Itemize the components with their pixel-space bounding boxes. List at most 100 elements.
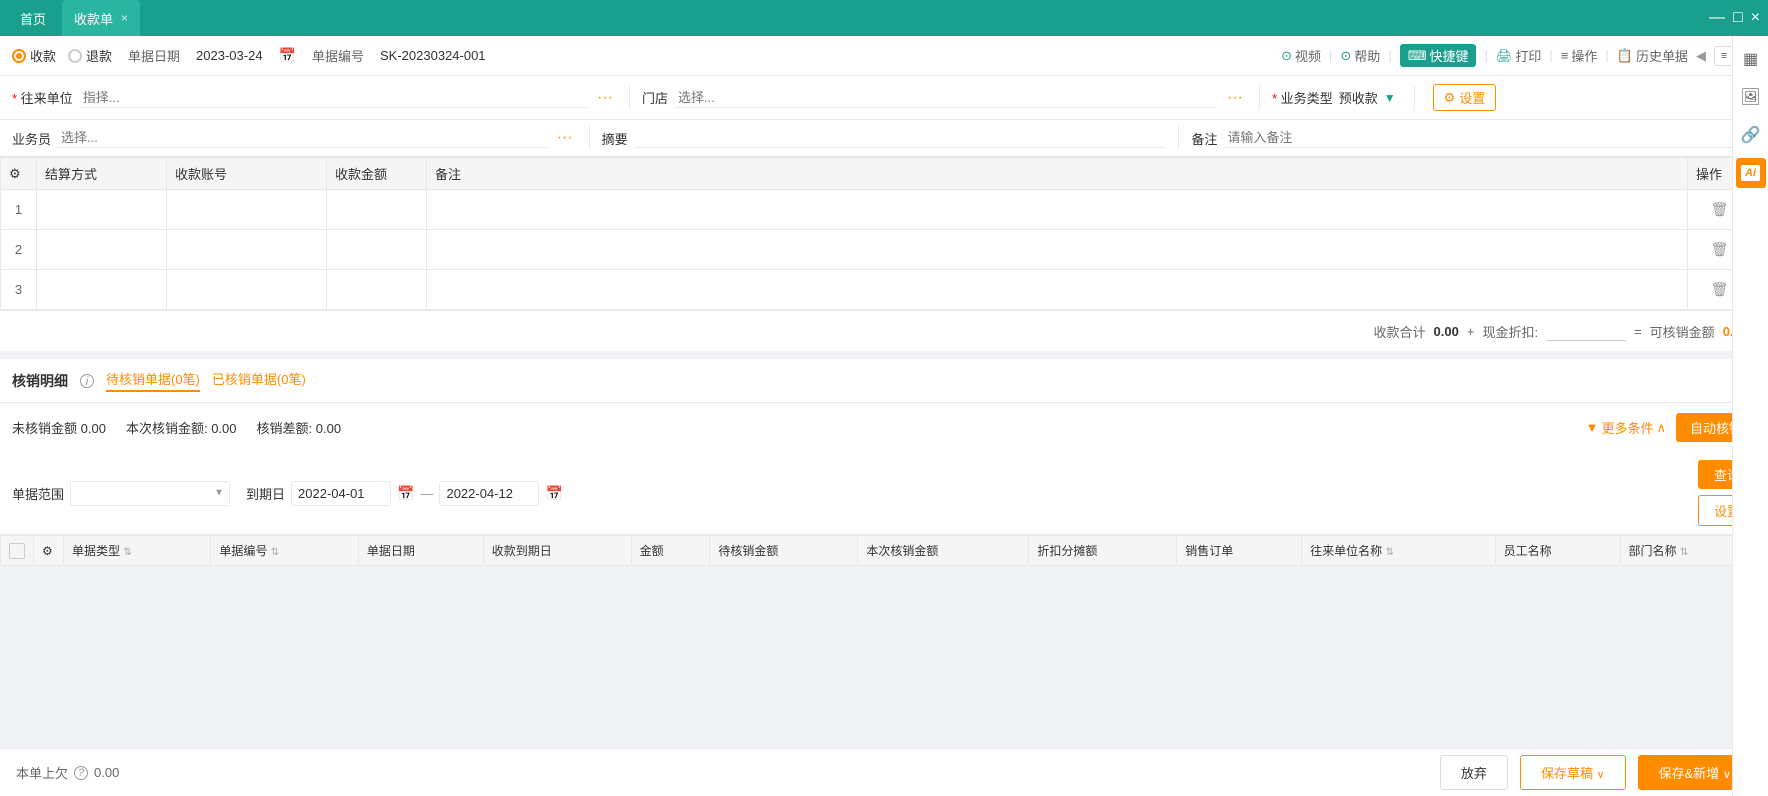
sidebar-ai-icon[interactable]: Ai (1736, 158, 1766, 188)
tab-done[interactable]: 已核销单据(0笔) (212, 369, 306, 392)
th-checkbox (1, 536, 34, 566)
tab-close-icon[interactable]: × (121, 11, 128, 25)
row1-amount[interactable] (327, 190, 427, 230)
action-help[interactable]: ⊙ 帮助 (1340, 46, 1380, 65)
verify-section: 核销明细 i 待核销单据(0笔) 已核销单据(0笔) 未核销金额 0.00 本次… (0, 359, 1768, 566)
sort-icon-1[interactable]: ⇅ (123, 547, 131, 558)
calendar-icon[interactable]: 📅 (279, 47, 296, 64)
discount-input[interactable] (1546, 321, 1626, 341)
radio-shoukuan[interactable]: 收款 (12, 46, 56, 65)
staff-field-group: 业务员 ··· (12, 128, 577, 148)
row2-account[interactable] (167, 230, 327, 270)
remark-input[interactable] (1223, 128, 1756, 148)
fields-row-2: 业务员 ··· 摘要 备注 (0, 120, 1768, 157)
abandon-button[interactable]: 放弃 (1440, 755, 1508, 790)
th-account-label: 收款账号 (175, 167, 227, 182)
row3-remark[interactable] (427, 270, 1688, 310)
row1-remark[interactable] (427, 190, 1688, 230)
nav-home[interactable]: 首页 (8, 0, 58, 36)
staff-more-btn[interactable]: ··· (553, 129, 577, 147)
row2-amount[interactable] (327, 230, 427, 270)
sort-icon-4[interactable]: ⇅ (1680, 547, 1688, 558)
row1-account[interactable] (167, 190, 327, 230)
th-pending-verify: 待核销金额 (710, 536, 858, 566)
row1-settle[interactable] (37, 190, 167, 230)
staff-label: 业务员 (12, 129, 51, 148)
th-doc-date: 单据日期 (358, 536, 483, 566)
range-select[interactable] (70, 481, 230, 506)
history-icon: 📋 (1617, 48, 1633, 64)
save-draft-button[interactable]: 保存草稿 ∨ (1520, 755, 1626, 790)
link-icon: 🔗 (1741, 125, 1761, 145)
total-value: 0.00 (1434, 324, 1459, 339)
counterpart-more-btn[interactable]: ··· (593, 89, 617, 107)
row2-remark[interactable] (427, 230, 1688, 270)
sidebar-image-icon[interactable]: 🖼 (1736, 82, 1766, 112)
shop-field-group: 门店 ··· (642, 88, 1247, 108)
footer-padding (0, 566, 1768, 626)
th-settle-label: 结算方式 (45, 167, 97, 182)
type-radio-group: 收款 退款 (12, 46, 112, 65)
row3-amount[interactable] (327, 270, 427, 310)
th-sales-order: 销售订单 (1177, 536, 1302, 566)
th-counterpart: 往来单位名称 ⇅ (1302, 536, 1496, 566)
tab-pending[interactable]: 待核销单据(0笔) (106, 369, 200, 392)
action-operation[interactable]: ≡ 操作 (1561, 46, 1598, 65)
win-minimize-icon[interactable]: — (1709, 9, 1725, 27)
action-print[interactable]: 🖨 打印 (1496, 46, 1542, 65)
row3-account[interactable] (167, 270, 327, 310)
filter-row: 单据范围 到期日 📅 — 📅 查询 设置 (0, 452, 1768, 535)
win-maximize-icon[interactable]: □ (1733, 9, 1743, 27)
verify-stats-right: ▼ 更多条件 ∧ 自动核销 (361, 413, 1756, 442)
divider-3 (1414, 86, 1415, 110)
action-video[interactable]: ⊙ 视频 (1281, 46, 1321, 65)
layout-lines-icon[interactable]: ≡ (1714, 46, 1734, 66)
ai-label: Ai (1740, 164, 1761, 182)
right-sidebar: ▦ 🖼 🔗 Ai (1732, 36, 1768, 796)
calendar-to-icon[interactable]: 📅 (545, 485, 562, 502)
window-controls: — □ × (1709, 9, 1760, 27)
nav-tab-shoukuan[interactable]: 收款单 × (62, 0, 140, 36)
th-doc-num: 单据编号 ⇅ (211, 536, 358, 566)
footer-info-icon[interactable]: ? (74, 766, 88, 780)
select-all-checkbox[interactable] (9, 543, 25, 559)
shop-more-btn[interactable]: ··· (1223, 89, 1247, 107)
more-conditions-btn[interactable]: ▼ 更多条件 ∧ (1586, 418, 1666, 437)
win-close-icon[interactable]: × (1751, 9, 1760, 27)
action-history[interactable]: 📋 历史单据 (1617, 46, 1688, 65)
radio-tuikuan[interactable]: 退款 (68, 46, 112, 65)
footer-bar: 本单上欠 ? 0.00 放弃 保存草稿 ∨ 保存&新增 ∨ (0, 748, 1768, 796)
nav-prev-icon[interactable]: ◀ (1696, 48, 1706, 64)
row3-delete-icon[interactable]: 🗑 (1711, 281, 1729, 298)
row2-settle[interactable] (37, 230, 167, 270)
th-remark: 备注 (427, 158, 1688, 190)
shop-input[interactable] (674, 88, 1217, 108)
staff-input[interactable] (57, 128, 547, 148)
row1-delete-icon[interactable]: 🗑 (1711, 201, 1729, 218)
summary-input[interactable] (634, 128, 1167, 148)
date-range-separator: — (420, 486, 433, 501)
sort-icon-2[interactable]: ⇅ (271, 547, 279, 558)
business-type-dropdown[interactable]: ▼ (1384, 91, 1396, 105)
row3-settle[interactable] (37, 270, 167, 310)
image-icon: 🖼 (1740, 87, 1760, 107)
setting-button[interactable]: ⚙ 设置 (1433, 84, 1497, 111)
th-settings[interactable]: ⚙ (1, 158, 37, 190)
divider-5 (1178, 126, 1179, 150)
num-value: SK-20230324-001 (380, 48, 486, 63)
th-settings-bottom[interactable]: ⚙ (34, 536, 64, 566)
sidebar-table-icon[interactable]: ▦ (1736, 44, 1766, 74)
counterpart-input[interactable] (79, 88, 587, 108)
calendar-from-icon[interactable]: 📅 (397, 485, 414, 502)
action-shortcut[interactable]: ⌨ 快捷键 (1400, 44, 1477, 67)
date-to-input[interactable] (439, 481, 539, 506)
sidebar-link-icon[interactable]: 🔗 (1736, 120, 1766, 150)
shortcut-icon: ⌨ (1408, 48, 1427, 64)
date-label: 单据日期 (128, 46, 180, 65)
sort-icon-3[interactable]: ⇅ (1385, 547, 1393, 558)
print-icon: 🖨 (1496, 48, 1513, 64)
date-from-input[interactable] (291, 481, 391, 506)
video-icon: ⊙ (1281, 48, 1292, 64)
verify-info-icon[interactable]: i (80, 374, 94, 388)
row2-delete-icon[interactable]: 🗑 (1711, 241, 1729, 258)
